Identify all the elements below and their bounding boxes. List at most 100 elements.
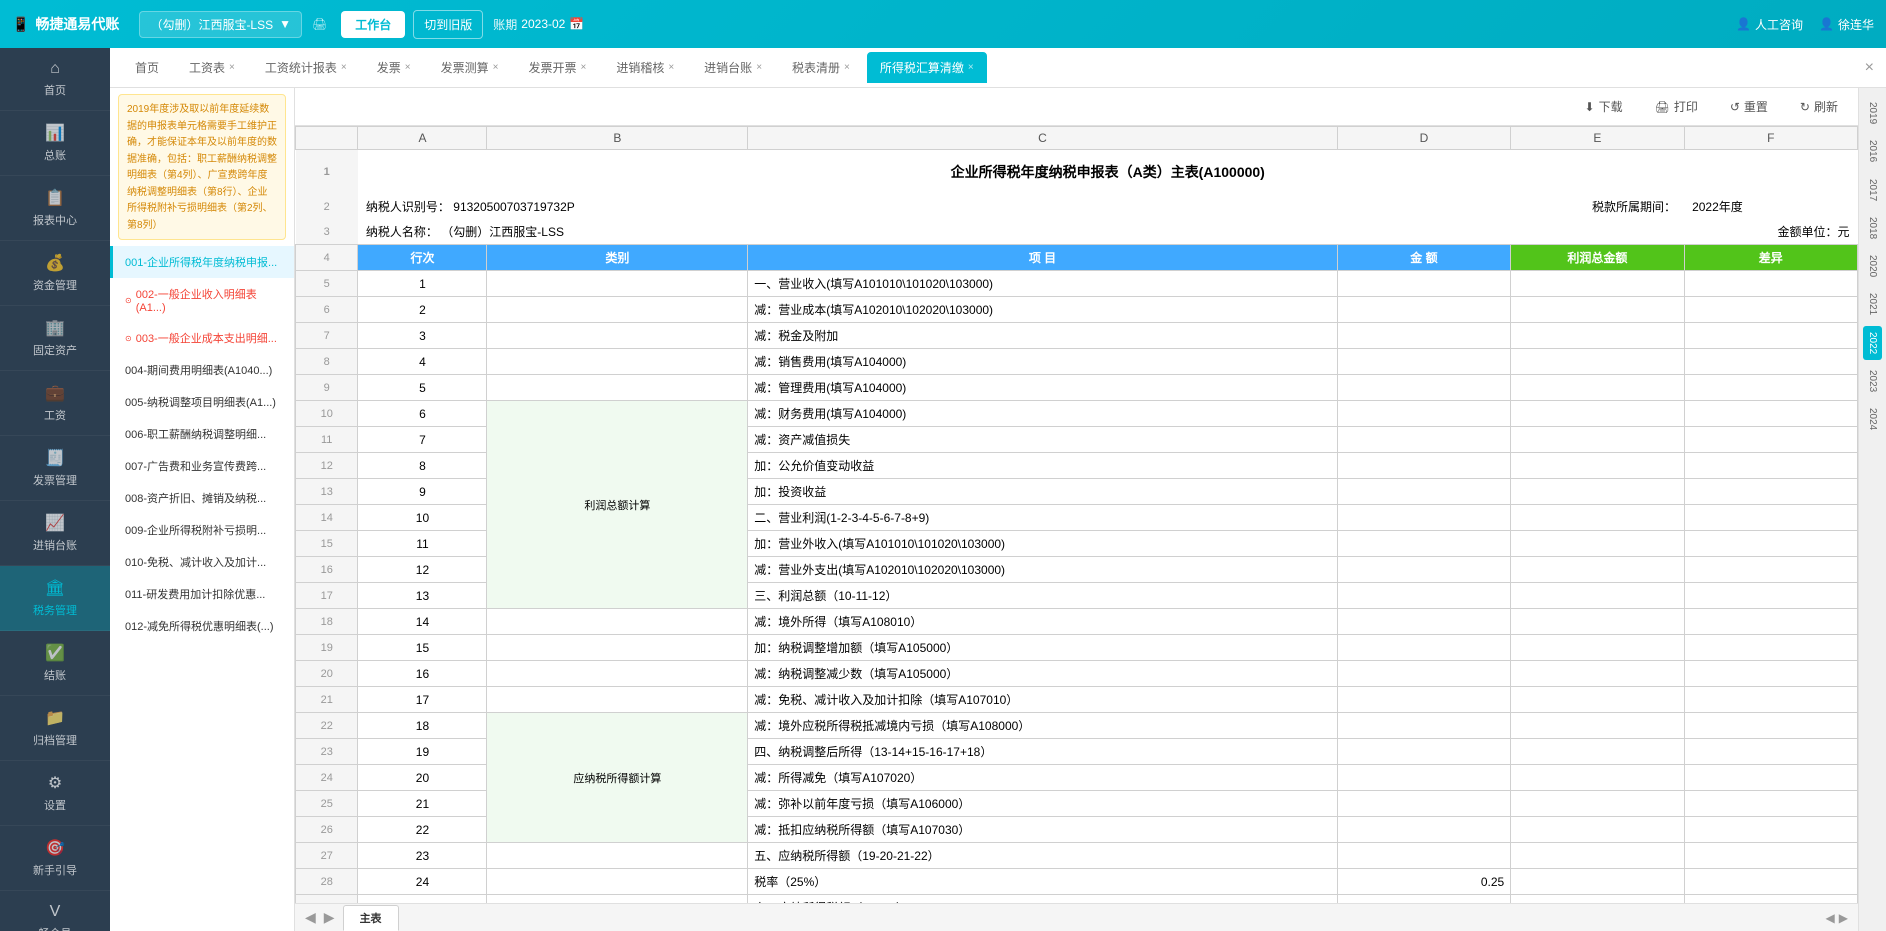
sidebar-item-member[interactable]: V 畅会员: [0, 891, 110, 931]
nav-next-icon[interactable]: ▶: [324, 909, 335, 926]
cell-amount-21[interactable]: [1337, 791, 1510, 817]
refresh-button[interactable]: ↻ 刷新: [1792, 94, 1846, 119]
cell-index-23[interactable]: 23: [358, 843, 487, 869]
sidebar-item-ledger[interactable]: 📊 总账: [0, 111, 110, 176]
form-list-item-006[interactable]: 006-职工薪酬纳税调整明细...: [110, 418, 294, 450]
sidebar-item-sales[interactable]: 📈 进销台账: [0, 501, 110, 566]
cell-diff-25[interactable]: [1684, 895, 1857, 904]
cell-amount-12[interactable]: [1337, 557, 1510, 583]
cell-item-18[interactable]: 减：境外应税所得税抵减境内亏损（填写A108000）: [748, 713, 1338, 739]
cell-item-24[interactable]: 税率（25%）: [748, 869, 1338, 895]
cell-profit-19[interactable]: [1511, 739, 1684, 765]
cell-index-6[interactable]: 6: [358, 401, 487, 427]
form-list-item-002[interactable]: ⊙ 002-一般企业收入明细表(A1...): [110, 278, 294, 322]
user-profile-btn[interactable]: 👤 徐连华: [1819, 16, 1874, 33]
year-tag-2019[interactable]: 2019: [1863, 96, 1882, 130]
cell-index-17[interactable]: 17: [358, 687, 487, 713]
form-list-item-001[interactable]: 001-企业所得税年度纳税申报...: [110, 246, 294, 278]
cell-profit-6[interactable]: [1511, 401, 1684, 427]
cell-item-21[interactable]: 减：弥补以前年度亏损（填写A106000）: [748, 791, 1338, 817]
cell-diff-5[interactable]: [1684, 375, 1857, 401]
cell-profit-3[interactable]: [1511, 323, 1684, 349]
cell-amount-15[interactable]: [1337, 635, 1510, 661]
cell-amount-2[interactable]: [1337, 297, 1510, 323]
sidebar-item-fixed[interactable]: 🏢 固定资产: [0, 306, 110, 371]
cell-amount-14[interactable]: [1337, 609, 1510, 635]
year-tag-2021[interactable]: 2021: [1863, 287, 1882, 321]
tab-salary-close[interactable]: ×: [229, 62, 235, 73]
cell-amount-6[interactable]: [1337, 401, 1510, 427]
cell-item-22[interactable]: 减：抵扣应纳税所得额（填写A107030）: [748, 817, 1338, 843]
cell-index-22[interactable]: 22: [358, 817, 487, 843]
cell-diff-18[interactable]: [1684, 713, 1857, 739]
cell-diff-3[interactable]: [1684, 323, 1857, 349]
download-button[interactable]: ⬇ 下载: [1577, 94, 1631, 119]
cell-amount-20[interactable]: [1337, 765, 1510, 791]
cell-index-1[interactable]: 1: [358, 271, 487, 297]
tab-invoice-close[interactable]: ×: [405, 62, 411, 73]
cell-diff-6[interactable]: [1684, 401, 1857, 427]
year-tag-2018[interactable]: 2018: [1863, 211, 1882, 245]
sidebar-item-guide[interactable]: 🎯 新手引导: [0, 826, 110, 891]
cell-diff-24[interactable]: [1684, 869, 1857, 895]
cell-profit-15[interactable]: [1511, 635, 1684, 661]
tab-invoice-calc-close[interactable]: ×: [493, 62, 499, 73]
cell-diff-8[interactable]: [1684, 453, 1857, 479]
cell-index-11[interactable]: 11: [358, 531, 487, 557]
sheet-tab-main[interactable]: 主表: [343, 905, 399, 931]
cell-amount-11[interactable]: [1337, 531, 1510, 557]
sidebar-item-checkout[interactable]: ✅ 结账: [0, 631, 110, 696]
cell-item-13[interactable]: 三、利润总额（10-11-12）: [748, 583, 1338, 609]
cell-profit-2[interactable]: [1511, 297, 1684, 323]
form-list-item-012[interactable]: 012-减免所得税优惠明细表(...): [110, 610, 294, 642]
cell-diff-15[interactable]: [1684, 635, 1857, 661]
cell-profit-21[interactable]: [1511, 791, 1684, 817]
cell-item-19[interactable]: 四、纳税调整后所得（13-14+15-16-17+18）: [748, 739, 1338, 765]
cell-item-14[interactable]: 减：境外所得（填写A108010）: [748, 609, 1338, 635]
cell-item-1[interactable]: 一、营业收入(填写A101010\101020\103000): [748, 271, 1338, 297]
calendar-icon[interactable]: 📅: [569, 17, 584, 31]
cell-index-2[interactable]: 2: [358, 297, 487, 323]
cell-index-20[interactable]: 20: [358, 765, 487, 791]
sidebar-item-archive[interactable]: 📁 归档管理: [0, 696, 110, 761]
user-service-btn[interactable]: 👤 人工咨询: [1736, 16, 1803, 33]
cell-index-16[interactable]: 16: [358, 661, 487, 687]
cell-item-6[interactable]: 减：财务费用(填写A104000): [748, 401, 1338, 427]
year-tag-2017[interactable]: 2017: [1863, 173, 1882, 207]
cell-index-3[interactable]: 3: [358, 323, 487, 349]
form-list-item-009[interactable]: 009-企业所得税附补亏损明...: [110, 514, 294, 546]
cell-profit-17[interactable]: [1511, 687, 1684, 713]
cell-index-7[interactable]: 7: [358, 427, 487, 453]
tab-sales-ledger[interactable]: 进销台账 ×: [691, 52, 775, 83]
cell-amount-25[interactable]: [1337, 895, 1510, 904]
cell-profit-23[interactable]: [1511, 843, 1684, 869]
cell-item-5[interactable]: 减：管理费用(填写A104000): [748, 375, 1338, 401]
cell-amount-22[interactable]: [1337, 817, 1510, 843]
tab-invoice-issue-close[interactable]: ×: [580, 62, 586, 73]
cell-item-3[interactable]: 减：税金及附加: [748, 323, 1338, 349]
cell-diff-11[interactable]: [1684, 531, 1857, 557]
tab-tax-list[interactable]: 税表清册 ×: [779, 52, 863, 83]
cell-diff-9[interactable]: [1684, 479, 1857, 505]
cell-diff-22[interactable]: [1684, 817, 1857, 843]
cell-item-15[interactable]: 加：纳税调整增加额（填写A105000）: [748, 635, 1338, 661]
cell-diff-14[interactable]: [1684, 609, 1857, 635]
cell-profit-11[interactable]: [1511, 531, 1684, 557]
cell-profit-12[interactable]: [1511, 557, 1684, 583]
cell-item-9[interactable]: 加：投资收益: [748, 479, 1338, 505]
cell-profit-1[interactable]: [1511, 271, 1684, 297]
scroll-left-icon[interactable]: ◀: [1826, 911, 1835, 925]
cell-diff-20[interactable]: [1684, 765, 1857, 791]
cell-amount-10[interactable]: [1337, 505, 1510, 531]
tab-home[interactable]: 首页: [122, 52, 172, 83]
tab-sales-ledger-close[interactable]: ×: [756, 62, 762, 73]
tab-tax-annual-close[interactable]: ×: [968, 62, 974, 73]
cell-profit-20[interactable]: [1511, 765, 1684, 791]
cell-item-25[interactable]: 六、应纳所得税额（23×24）: [748, 895, 1338, 904]
cell-amount-23[interactable]: [1337, 843, 1510, 869]
form-list-item-003[interactable]: ⊙ 003-一般企业成本支出明细...: [110, 322, 294, 354]
cell-amount-1[interactable]: [1337, 271, 1510, 297]
cell-index-21[interactable]: 21: [358, 791, 487, 817]
reset-button[interactable]: ↺ 重置: [1722, 94, 1776, 119]
cell-profit-4[interactable]: [1511, 349, 1684, 375]
